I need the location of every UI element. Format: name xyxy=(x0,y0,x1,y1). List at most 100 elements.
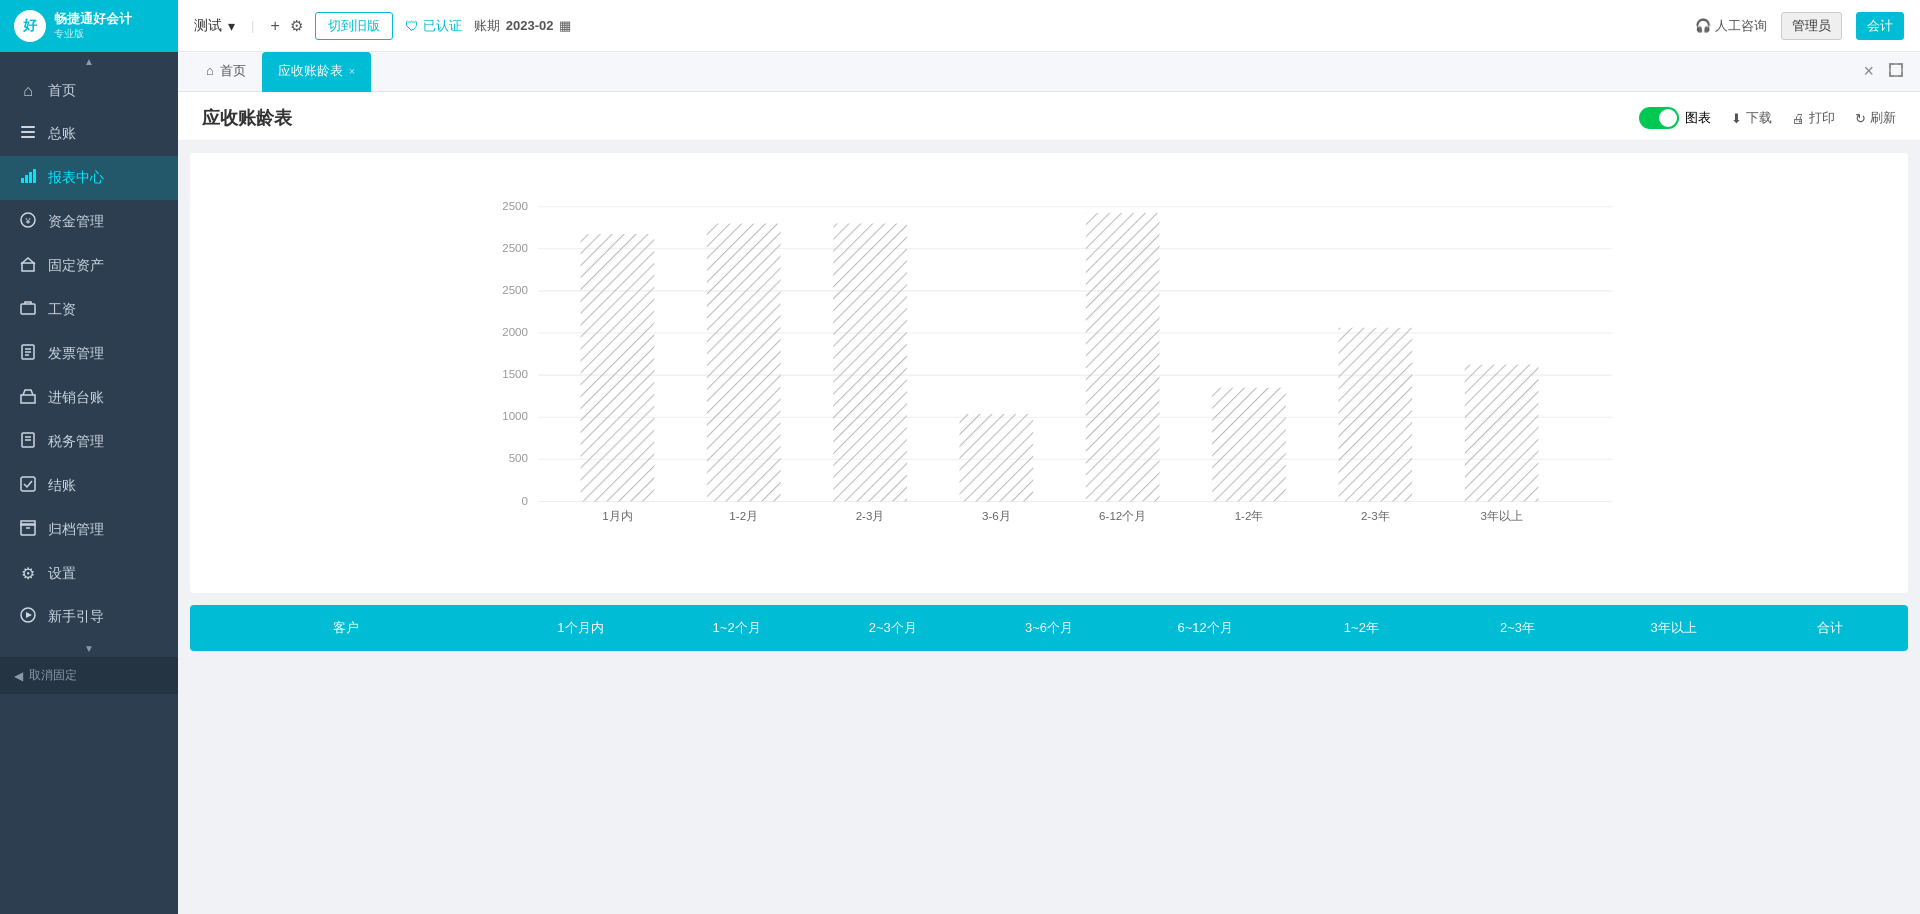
page-header: 应收账龄表 图表 ⬇ 下载 🖨 打印 ↻ 刷新 xyxy=(178,92,1920,141)
sidebar-item-archive-label: 归档管理 xyxy=(48,521,104,539)
svg-rect-19 xyxy=(21,477,35,491)
download-button[interactable]: ⬇ 下载 xyxy=(1731,109,1772,127)
toggle-thumb xyxy=(1659,109,1677,127)
sidebar-item-salary-label: 工资 xyxy=(48,301,76,319)
home-tab-icon: ⌂ xyxy=(206,63,214,78)
sidebar-item-ledger[interactable]: 总账 xyxy=(0,112,178,156)
sidebar-item-guide[interactable]: 新手引导 xyxy=(0,595,178,639)
sidebar-scroll-down[interactable]: ▼ xyxy=(0,639,178,657)
unpin-icon: ◀ xyxy=(14,669,23,683)
th-6-12m: 6~12个月 xyxy=(1127,605,1283,651)
close-tab-button[interactable]: × xyxy=(1859,57,1878,86)
svg-rect-4 xyxy=(25,175,28,183)
help-label: 人工咨询 xyxy=(1715,17,1767,35)
svg-rect-6 xyxy=(33,169,36,183)
bar-1-2月 xyxy=(707,224,781,502)
add-icon[interactable]: + xyxy=(270,17,279,35)
assets-icon xyxy=(18,256,38,276)
sidebar-scroll-up[interactable]: ▲ xyxy=(0,52,178,70)
svg-rect-15 xyxy=(21,395,35,403)
home-tab-label: 首页 xyxy=(220,62,246,80)
svg-text:2500: 2500 xyxy=(502,200,528,212)
svg-rect-9 xyxy=(22,263,34,271)
app-name: 畅捷通好会计 xyxy=(54,11,132,28)
bar-1月内 xyxy=(581,234,655,501)
ar-aging-tab-label: 应收账龄表 xyxy=(278,62,343,80)
manager-button[interactable]: 管理员 xyxy=(1781,12,1842,40)
help-button[interactable]: 🎧 人工咨询 xyxy=(1695,17,1767,35)
svg-text:2-3年: 2-3年 xyxy=(1361,510,1390,522)
bar-2-3年 xyxy=(1338,328,1412,502)
svg-rect-0 xyxy=(21,126,35,128)
svg-text:500: 500 xyxy=(509,452,528,464)
sidebar-item-settings[interactable]: ⚙ 设置 xyxy=(0,552,178,595)
sidebar-unpin[interactable]: ◀ 取消固定 xyxy=(0,657,178,694)
svg-text:0: 0 xyxy=(522,495,528,507)
refresh-label: 刷新 xyxy=(1870,109,1896,127)
svg-text:¥: ¥ xyxy=(24,216,31,226)
bar-6-12月 xyxy=(1086,213,1160,501)
svg-rect-25 xyxy=(1890,64,1902,76)
print-button[interactable]: 🖨 打印 xyxy=(1792,109,1835,127)
table-area: 客户 1个月内 1~2个月 2~3个月 3~6个月 6~12个月 1~2年 2~… xyxy=(190,605,1908,651)
svg-text:2500: 2500 xyxy=(502,242,528,254)
sidebar-item-reports-label: 报表中心 xyxy=(48,169,104,187)
sidebar-item-guide-label: 新手引导 xyxy=(48,608,104,626)
close-accounts-icon xyxy=(18,476,38,496)
sidebar-item-close[interactable]: 结账 xyxy=(0,464,178,508)
sidebar-item-salary[interactable]: 工资 xyxy=(0,288,178,332)
shield-icon: 🛡 xyxy=(405,18,419,34)
svg-text:1-2月: 1-2月 xyxy=(729,510,758,522)
svg-rect-21 xyxy=(21,521,35,525)
switch-old-version-button[interactable]: 切到旧版 xyxy=(315,12,393,40)
svg-text:3年以上: 3年以上 xyxy=(1480,510,1522,522)
verified-text: 已认证 xyxy=(423,17,462,35)
main-area: 测试 ▾ | + ⚙ 切到旧版 🛡 已认证 账期 2023-02 ▦ 🎧 人工咨… xyxy=(178,0,1920,914)
svg-text:1月内: 1月内 xyxy=(602,510,632,522)
ledger-icon xyxy=(18,124,38,144)
tab-home[interactable]: ⌂ 首页 xyxy=(190,52,262,92)
topbar: 测试 ▾ | + ⚙ 切到旧版 🛡 已认证 账期 2023-02 ▦ 🎧 人工咨… xyxy=(178,0,1920,52)
bar-2-3月 xyxy=(833,224,907,502)
tab-close-icon[interactable]: × xyxy=(349,65,355,77)
sidebar-item-reports[interactable]: 报表中心 xyxy=(0,156,178,200)
page-actions: 图表 ⬇ 下载 🖨 打印 ↻ 刷新 xyxy=(1639,107,1896,129)
th-customer: 客户 xyxy=(190,605,502,651)
bar-3-6月 xyxy=(960,414,1034,501)
svg-text:1-2年: 1-2年 xyxy=(1235,510,1264,522)
sidebar-item-invoice[interactable]: 发票管理 xyxy=(0,332,178,376)
svg-rect-5 xyxy=(29,172,32,183)
sidebar-item-funds[interactable]: ¥ 资金管理 xyxy=(0,200,178,244)
download-icon: ⬇ xyxy=(1731,111,1742,126)
sidebar-item-close-label: 结账 xyxy=(48,477,76,495)
logo-icon: 好 xyxy=(14,10,46,42)
tab-ar-aging[interactable]: 应收账龄表 × xyxy=(262,52,371,92)
period-label: 账期 xyxy=(474,17,500,35)
sidebar-item-tax[interactable]: 税务管理 xyxy=(0,420,178,464)
sidebar-item-inventory[interactable]: 进销台账 xyxy=(0,376,178,420)
sidebar-item-tax-label: 税务管理 xyxy=(48,433,104,451)
chart-toggle[interactable] xyxy=(1639,107,1679,129)
company-selector[interactable]: 测试 ▾ xyxy=(194,17,235,35)
sidebar-item-home[interactable]: ⌂ 首页 xyxy=(0,70,178,112)
tabbar: ⌂ 首页 应收账龄表 × × xyxy=(178,52,1920,92)
sidebar-item-assets[interactable]: 固定资产 xyxy=(0,244,178,288)
print-icon: 🖨 xyxy=(1792,111,1805,126)
expand-button[interactable] xyxy=(1884,57,1908,86)
topbar-divider1: | xyxy=(251,18,254,33)
svg-text:2-3月: 2-3月 xyxy=(856,510,885,522)
svg-rect-2 xyxy=(21,136,35,138)
sidebar-logo: 好 畅捷通好会计 专业版 xyxy=(0,0,178,52)
inventory-icon xyxy=(18,388,38,408)
sidebar-item-invoice-label: 发票管理 xyxy=(48,345,104,363)
accountant-button[interactable]: 会计 xyxy=(1856,12,1904,40)
period-selector[interactable]: 账期 2023-02 ▦ xyxy=(474,17,572,35)
sidebar-item-funds-label: 资金管理 xyxy=(48,213,104,231)
sidebar-item-archive[interactable]: 归档管理 xyxy=(0,508,178,552)
refresh-button[interactable]: ↻ 刷新 xyxy=(1855,109,1896,127)
settings-gear-icon[interactable]: ⚙ xyxy=(290,17,303,35)
verified-badge: 🛡 已认证 xyxy=(405,17,462,35)
company-name: 测试 xyxy=(194,17,222,35)
svg-text:2000: 2000 xyxy=(502,326,528,338)
settings-icon: ⚙ xyxy=(18,564,38,583)
